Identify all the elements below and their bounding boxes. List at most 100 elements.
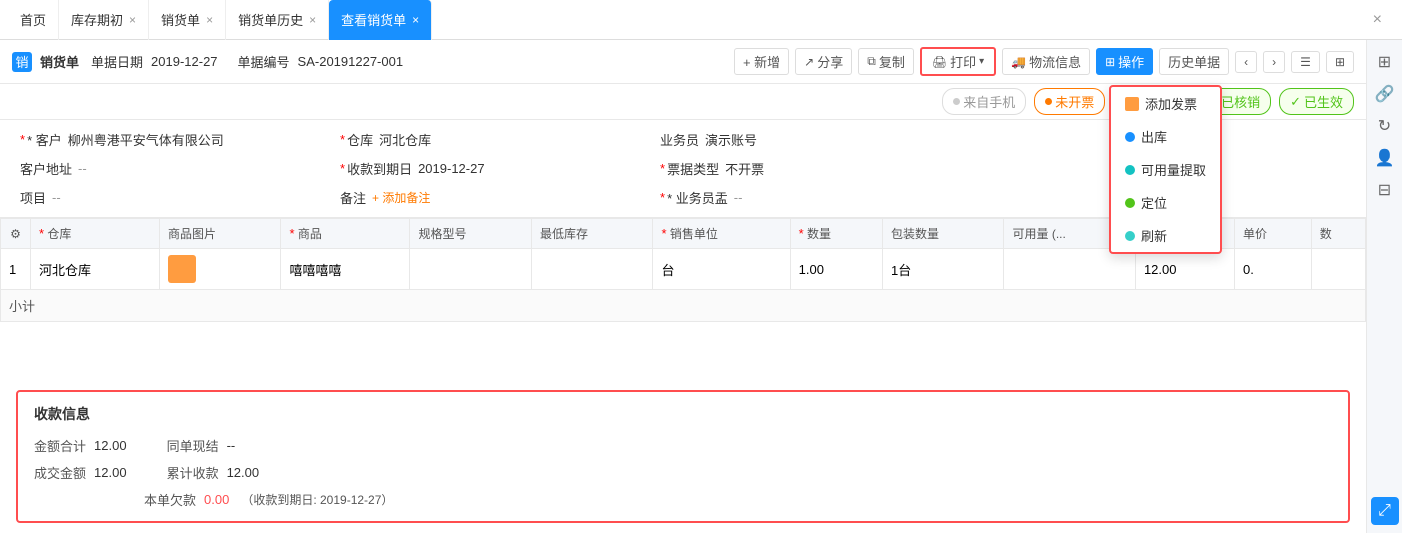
list-view-btn[interactable]: ☰ bbox=[1291, 51, 1320, 73]
refresh-icon bbox=[1125, 231, 1135, 241]
price-col-header: 单价 bbox=[1235, 219, 1312, 249]
total-amount-field: 金额合计 12.00 bbox=[34, 436, 127, 455]
grid-view-btn[interactable]: ⊞ bbox=[1326, 51, 1354, 73]
outbound-icon bbox=[1125, 132, 1135, 142]
add-invoice-item[interactable]: 添加发票 bbox=[1111, 87, 1220, 120]
close-window-btn[interactable]: × bbox=[1361, 11, 1394, 29]
rotate-icon-btn[interactable]: ↻ bbox=[1371, 112, 1399, 140]
share-btn[interactable]: ↗ 分享 bbox=[795, 48, 852, 75]
row-min-stock bbox=[531, 249, 653, 290]
tab-view-sales[interactable]: 查看销货单 × bbox=[329, 0, 432, 40]
row-spec bbox=[410, 249, 532, 290]
expand-icon-btn[interactable]: ⤢ bbox=[1371, 497, 1399, 525]
operation-dropdown: 添加发票 出库 可用量提取 定位 刷新 bbox=[1109, 85, 1222, 254]
tab-sales[interactable]: 销货单 × bbox=[149, 0, 226, 40]
doc-type-label: 销货单 bbox=[40, 52, 79, 71]
close-view-sales-tab[interactable]: × bbox=[412, 13, 419, 27]
toolbar-right: + 新增 ↗ 分享 ⧉ 复制 🖨 打印 ▾ bbox=[734, 47, 1354, 76]
pkgqty-col-header: 包装数量 bbox=[882, 219, 1004, 249]
deal-amount-field: 成交金额 12.00 bbox=[34, 463, 127, 482]
row-product-img bbox=[159, 249, 281, 290]
operation-btn[interactable]: ⊞ 操作 bbox=[1096, 48, 1153, 75]
subtotal-label: 小计 bbox=[1, 290, 1366, 322]
add-note-btn[interactable]: 添加备注 bbox=[372, 189, 430, 206]
table-row: 1 河北仓库 嘻嘻嘻嘻 台 1.00 1台 12.00 0. bbox=[1, 249, 1366, 290]
row-available bbox=[1004, 249, 1135, 290]
grid-icon-btn[interactable]: ⊞ bbox=[1371, 48, 1399, 76]
outbound-item[interactable]: 出库 bbox=[1111, 120, 1220, 153]
tab-home[interactable]: 首页 bbox=[8, 0, 59, 40]
print-btn[interactable]: 🖨 打印 ▾ bbox=[924, 49, 992, 74]
from-phone-btn[interactable]: 来自手机 bbox=[942, 88, 1026, 115]
table-icon-btn[interactable]: ⊟ bbox=[1371, 176, 1399, 204]
locate-icon bbox=[1125, 198, 1135, 208]
close-sales-tab[interactable]: × bbox=[206, 13, 213, 27]
bottom-row-3: 本单欠款 0.00 （收款到期日: 2019-12-27） bbox=[34, 490, 1332, 509]
amount-col-header: 数 bbox=[1311, 219, 1365, 249]
product-col-header: * 商品 bbox=[281, 219, 410, 249]
next-btn[interactable]: › bbox=[1263, 51, 1285, 73]
effect-btn[interactable]: ✓ 已生效 bbox=[1279, 88, 1354, 115]
row-index: 1 bbox=[1, 249, 31, 290]
spec-col-header: 规格型号 bbox=[410, 219, 532, 249]
qty-col-header: * 数量 bbox=[790, 219, 882, 249]
warehouse-field: * 仓库 河北仓库 bbox=[340, 130, 640, 149]
same-bill-field: 同单现结 -- bbox=[167, 436, 236, 455]
tab-history[interactable]: 销货单历史 × bbox=[226, 0, 329, 40]
product-img-thumb bbox=[168, 255, 196, 283]
bill-type-field: * 票据类型 不开票 bbox=[660, 159, 860, 178]
right-sidebar: ⊞ 🔗 ↻ 👤 ⊟ ⤢ bbox=[1366, 40, 1402, 533]
close-history-tab[interactable]: × bbox=[309, 13, 316, 27]
tab-bar: 首页 库存期初 × 销货单 × 销货单历史 × 查看销货单 × × bbox=[0, 0, 1402, 40]
row-stock: 12.00 bbox=[1135, 249, 1234, 290]
row-warehouse: 河北仓库 bbox=[31, 249, 160, 290]
close-inventory-tab[interactable]: × bbox=[129, 13, 136, 27]
copy-btn[interactable]: ⧉ 复制 bbox=[858, 48, 914, 75]
doc-icon: 销 bbox=[12, 52, 32, 72]
staff-field: 业务员 演示账号 bbox=[660, 130, 860, 149]
locate-item[interactable]: 定位 bbox=[1111, 186, 1220, 219]
row-amount bbox=[1311, 249, 1365, 290]
history-btn[interactable]: 历史单据 bbox=[1159, 48, 1229, 75]
user-icon-btn[interactable]: 👤 bbox=[1371, 144, 1399, 172]
pay-date-field: * 收款到期日 2019-12-27 bbox=[340, 159, 640, 178]
bottom-row-2: 成交金额 12.00 累计收款 12.00 bbox=[34, 463, 1332, 482]
bottom-row-1: 金额合计 12.00 同单现结 -- bbox=[34, 436, 1332, 455]
settings-col-header: ⚙ bbox=[1, 219, 31, 249]
doc-meta: 单据日期 2019-12-27 单据编号 SA-20191227-001 bbox=[91, 52, 403, 71]
unit-col-header: * 销售单位 bbox=[653, 219, 790, 249]
bottom-title: 收款信息 bbox=[34, 404, 1332, 424]
phone-dot bbox=[953, 98, 960, 105]
address-field: 客户地址 -- bbox=[20, 159, 320, 178]
customer-field: * * 客户 柳州粤港平安气体有限公司 bbox=[20, 130, 320, 149]
add-invoice-icon bbox=[1125, 97, 1139, 111]
link-icon-btn[interactable]: 🔗 bbox=[1371, 80, 1399, 108]
bottom-info-box: 收款信息 金额合计 12.00 同单现结 -- 成交金额 12.00 累计收款 bbox=[16, 390, 1350, 523]
note-field: 备注 添加备注 bbox=[340, 188, 640, 207]
row-pkg-qty: 1台 bbox=[882, 249, 1004, 290]
tab-inventory[interactable]: 库存期初 × bbox=[59, 0, 149, 40]
subtotal-row: 小计 bbox=[1, 290, 1366, 322]
open-dot bbox=[1045, 98, 1052, 105]
project-field: 项目 -- bbox=[20, 188, 320, 207]
row-quantity: 1.00 bbox=[790, 249, 882, 290]
doc-header: 销 销货单 单据日期 2019-12-27 单据编号 SA-20191227-0… bbox=[0, 40, 1366, 84]
print-highlight-box: 🖨 打印 ▾ bbox=[920, 47, 996, 76]
new-btn[interactable]: + 新增 bbox=[734, 48, 789, 75]
main-container: 销 销货单 单据日期 2019-12-27 单据编号 SA-20191227-0… bbox=[0, 40, 1402, 533]
img-col-header: 商品图片 bbox=[159, 219, 281, 249]
row-unit: 台 bbox=[653, 249, 790, 290]
minstock-col-header: 最低库存 bbox=[531, 219, 653, 249]
warehouse-col-header: * 仓库 bbox=[31, 219, 160, 249]
not-open-btn[interactable]: 未开票 bbox=[1034, 88, 1105, 115]
row-product-name: 嘻嘻嘻嘻 bbox=[281, 249, 410, 290]
available-extract-item[interactable]: 可用量提取 bbox=[1111, 153, 1220, 186]
doc-title-area: 销 销货单 bbox=[12, 52, 79, 72]
refresh-item[interactable]: 刷新 bbox=[1111, 219, 1220, 252]
staff-name-field: * * 业务员盂 -- bbox=[660, 188, 860, 207]
logistics-btn[interactable]: 🚚 物流信息 bbox=[1002, 48, 1090, 75]
total-received-field: 累计收款 12.00 bbox=[167, 463, 260, 482]
prev-btn[interactable]: ‹ bbox=[1235, 51, 1257, 73]
available-extract-icon bbox=[1125, 165, 1135, 175]
owed-amount-field: 本单欠款 0.00 （收款到期日: 2019-12-27） bbox=[144, 490, 393, 509]
